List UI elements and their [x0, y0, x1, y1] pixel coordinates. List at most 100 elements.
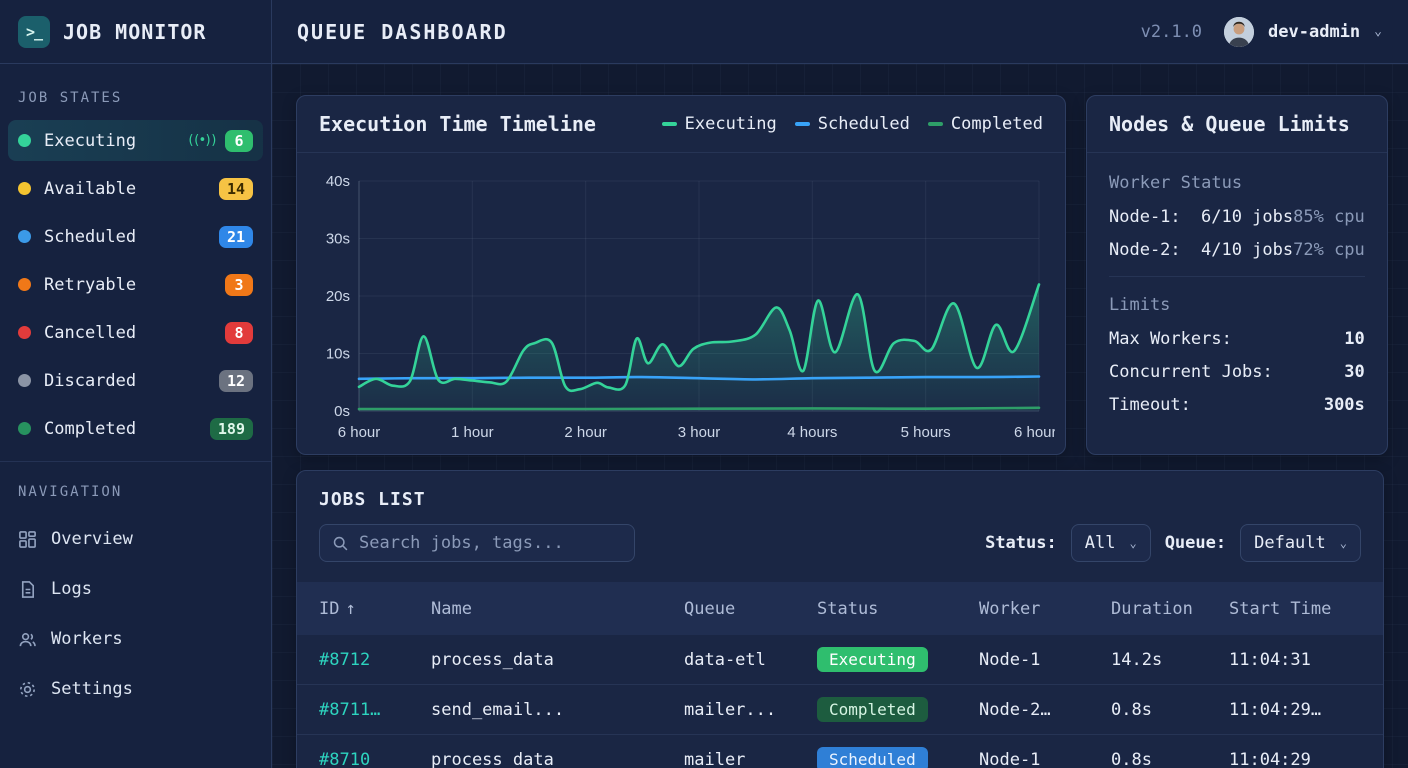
state-label: Discarded: [44, 370, 137, 391]
main-content: Execution Time Timeline Executing Schedu…: [272, 64, 1408, 768]
table-row[interactable]: #8711… send_email... mailer... Completed…: [297, 685, 1383, 735]
status-filter-label: Status:: [985, 533, 1057, 553]
job-id-link[interactable]: #8712: [319, 650, 431, 670]
grid-icon: [18, 530, 37, 549]
legend-label: Scheduled: [817, 114, 910, 134]
limit-value: 10: [1344, 329, 1365, 349]
count-badge: 21: [218, 225, 253, 248]
node-jobs: 6/10 jobs: [1201, 207, 1294, 227]
nodes-card-title: Nodes & Queue Limits: [1087, 96, 1387, 153]
status-dot: [18, 134, 31, 147]
svg-text:6 hours: 6 hours: [1014, 424, 1055, 441]
sidebar-item-available[interactable]: Available 14: [8, 168, 263, 209]
chevron-down-icon: ⌄: [1339, 536, 1347, 550]
limit-label: Timeout:: [1109, 395, 1191, 415]
svg-text:40s: 40s: [326, 173, 350, 190]
avatar[interactable]: [1224, 16, 1255, 47]
sidebar-item-overview[interactable]: Overview: [8, 514, 263, 564]
node-name: Node-2:: [1109, 240, 1181, 260]
svg-text:0s: 0s: [334, 403, 350, 420]
column-header-status[interactable]: Status: [817, 599, 979, 619]
limit-row: Max Workers: 10: [1109, 329, 1365, 349]
sidebar-item-completed[interactable]: Completed 189: [8, 408, 263, 449]
jobs-list-card: JOBS LIST Status: All ⌄ Qu: [296, 470, 1384, 768]
legend-label: Executing: [684, 114, 777, 134]
status-dot: [18, 278, 31, 291]
svg-text:2 hour: 2 hour: [564, 424, 607, 441]
column-header-id[interactable]: ID ↑: [319, 599, 431, 619]
jobs-list-title: JOBS LIST: [319, 489, 426, 510]
node-cpu: 72% cpu: [1293, 240, 1365, 260]
sidebar-item-settings[interactable]: Settings: [8, 664, 263, 714]
search-box[interactable]: [319, 524, 635, 562]
queue-filter-value: Default: [1254, 533, 1326, 553]
version-label: v2.1.0: [1140, 21, 1203, 42]
job-duration-cell: 0.8s: [1111, 749, 1152, 768]
svg-text:1 hour: 1 hour: [451, 424, 494, 441]
count-badge: 14: [218, 177, 253, 200]
people-icon: [18, 630, 37, 649]
page-title: QUEUE DASHBOARD: [297, 19, 508, 44]
chart-legend: Executing Scheduled Completed: [661, 114, 1043, 134]
legend-swatch: [927, 122, 943, 126]
sidebar-item-executing[interactable]: Executing ((•)) 6: [8, 120, 263, 161]
job-monitor-app: >_ JOB MONITOR QUEUE DASHBOARD v2.1.0 de…: [0, 0, 1408, 768]
search-input[interactable]: [359, 533, 622, 553]
chevron-down-icon[interactable]: ⌄: [1374, 24, 1382, 39]
svg-text:10s: 10s: [326, 346, 350, 363]
node-jobs: 4/10 jobs: [1201, 240, 1294, 260]
execution-timeline-card: Execution Time Timeline Executing Schedu…: [296, 95, 1066, 455]
limit-label: Concurrent Jobs:: [1109, 362, 1273, 382]
job-id-link[interactable]: #8710: [319, 750, 431, 768]
state-label: Completed: [44, 418, 137, 439]
job-start-time-cell: 11:04:29…: [1229, 699, 1322, 720]
column-header-duration[interactable]: Duration: [1111, 599, 1229, 619]
column-header-name[interactable]: Name: [431, 599, 684, 619]
job-name-cell: process_data: [431, 649, 554, 670]
sidebar-item-cancelled[interactable]: Cancelled 8: [8, 312, 263, 353]
table-row[interactable]: #8712 process_data data-etl Executing No…: [297, 635, 1383, 685]
limit-value: 300s: [1323, 395, 1365, 415]
table-header: ID ↑ Name Queue Status Worker Duration St…: [297, 582, 1383, 635]
sidebar-item-discarded[interactable]: Discarded 12: [8, 360, 263, 401]
chart-title: Execution Time Timeline: [319, 112, 596, 136]
limits-heading: Limits: [1109, 295, 1171, 315]
queue-filter-label: Queue:: [1164, 533, 1227, 553]
job-id-link[interactable]: #8711…: [319, 700, 431, 720]
limit-label: Max Workers:: [1109, 329, 1232, 349]
status-filter-select[interactable]: All ⌄: [1070, 524, 1151, 562]
job-name-cell: send_email...: [431, 699, 565, 720]
legend-item-executing: Executing: [661, 114, 777, 134]
status-dot: [18, 374, 31, 387]
state-label: Executing: [44, 130, 137, 151]
column-header-worker[interactable]: Worker: [979, 599, 1111, 619]
svg-text:6 hour: 6 hour: [338, 424, 381, 441]
sidebar-item-retryable[interactable]: Retryable 3: [8, 264, 263, 305]
column-header-queue[interactable]: Queue: [684, 599, 817, 619]
sidebar-item-scheduled[interactable]: Scheduled 21: [8, 216, 263, 257]
status-filter-value: All: [1084, 533, 1116, 553]
card-divider: [1109, 276, 1365, 277]
nav-label: Overview: [51, 529, 133, 549]
app-header: >_ JOB MONITOR QUEUE DASHBOARD v2.1.0 de…: [0, 0, 1408, 64]
column-header-start-time[interactable]: Start Time: [1229, 599, 1383, 619]
sidebar-item-logs[interactable]: Logs: [8, 564, 263, 614]
queue-filter-select[interactable]: Default ⌄: [1240, 524, 1361, 562]
state-label: Retryable: [44, 274, 137, 295]
status-dot: [18, 326, 31, 339]
limit-row: Concurrent Jobs: 30: [1109, 362, 1365, 382]
status-dot: [18, 422, 31, 435]
sidebar-item-workers[interactable]: Workers: [8, 614, 263, 664]
job-start-time-cell: 11:04:29: [1229, 749, 1311, 768]
job-start-time-cell: 11:04:31: [1229, 649, 1311, 670]
nav-label: Settings: [51, 679, 133, 699]
user-menu[interactable]: dev-admin: [1268, 22, 1360, 42]
state-label: Scheduled: [44, 226, 137, 247]
search-icon: [332, 535, 349, 552]
job-worker-cell: Node-1: [979, 749, 1041, 768]
status-dot: [18, 182, 31, 195]
svg-text:4 hours: 4 hours: [787, 424, 837, 441]
status-badge: Completed: [817, 697, 928, 722]
table-row[interactable]: #8710 process_data mailer Scheduled Node…: [297, 735, 1383, 768]
brand-area: >_ JOB MONITOR: [0, 0, 272, 63]
